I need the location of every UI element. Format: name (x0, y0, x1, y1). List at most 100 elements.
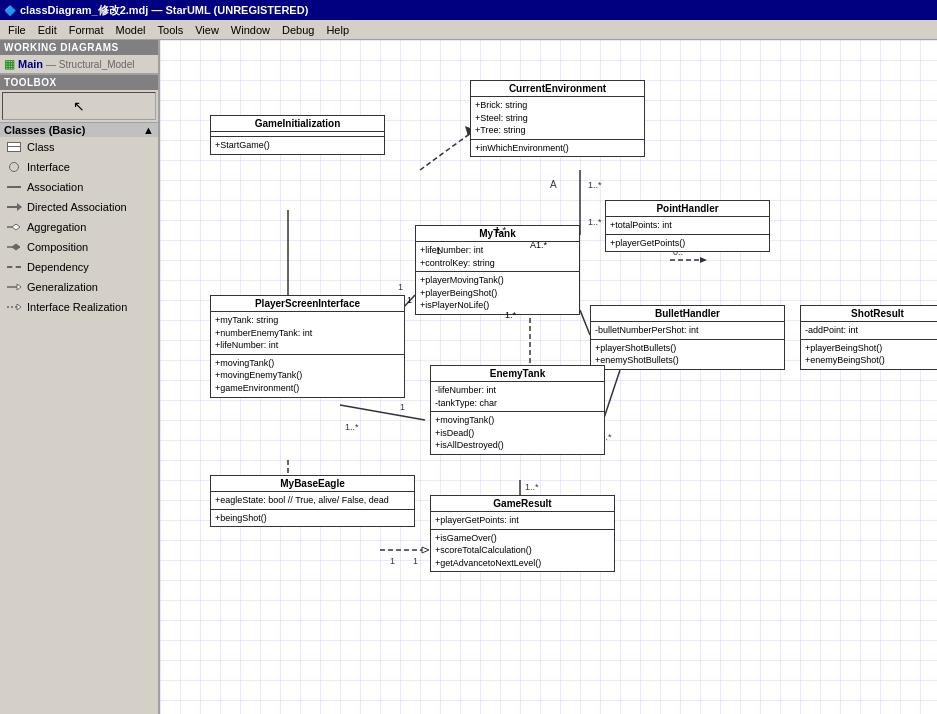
multiplicity-1a: 1 (436, 246, 441, 256)
tool-interface-label: Interface (27, 161, 70, 173)
svg-text:1..*: 1..* (345, 422, 359, 432)
left-panel: WORKING DIAGRAMS ▦ Main — Structural_Mod… (0, 40, 160, 714)
menu-format[interactable]: Format (63, 23, 110, 37)
aggregation-icon-svg (7, 222, 21, 232)
class-gameresult-title: GameResult (431, 496, 614, 512)
tool-generalization-label: Generalization (27, 281, 98, 293)
menu-model[interactable]: Model (110, 23, 152, 37)
cursor-tool[interactable]: ↖ (2, 92, 156, 120)
tool-dependency[interactable]: Dependency (0, 257, 158, 277)
tool-composition[interactable]: Composition (0, 237, 158, 257)
tool-association-label: Association (27, 181, 83, 193)
class-bullethandler-methods: +playerShotBullets()+enemyShotBullets() (591, 340, 784, 369)
association-tool-icon (6, 179, 22, 195)
class-shotresult-methods: +playerBeingShot()+enemyBeingShot() (801, 340, 937, 369)
diagram-sub-label: — Structural_Model (46, 59, 134, 70)
interface-tool-icon (6, 159, 22, 175)
svg-text:1..*: 1..* (588, 217, 602, 227)
title-icon: 🔷 (4, 5, 16, 16)
class-currentenvironment[interactable]: CurrentEnvironment +Brick: string+Steel:… (470, 80, 645, 157)
svg-marker-38 (422, 547, 429, 553)
toolbox-panel: TOOLBOX ↖ Classes (Basic) ▲ Class I (0, 75, 158, 714)
cursor-icon: ↖ (73, 98, 85, 114)
class-mybaseeagle[interactable]: MyBaseEagle +eagleState: bool // True, a… (210, 475, 415, 527)
diagram-item-main[interactable]: ▦ Main — Structural_Model (0, 55, 158, 73)
class-pointhandler[interactable]: PointHandler +totalPoints: int +playerGe… (605, 200, 770, 252)
svg-text:1..*: 1..* (525, 482, 539, 492)
class-gameinitialization[interactable]: GameInitialization +StartGame() (210, 115, 385, 155)
class-gameresult[interactable]: GameResult +playerGetPoints: int +isGame… (430, 495, 615, 572)
class-gameinitialization-title: GameInitialization (211, 116, 384, 132)
class-mybaseeagle-title: MyBaseEagle (211, 476, 414, 492)
class-mybaseeagle-attrs: +eagleState: bool // True, alive/ False,… (211, 492, 414, 510)
class-bullethandler-attrs: -bulletNumberPerShot: int (591, 322, 784, 340)
class-shotresult-title: ShotResult (801, 306, 937, 322)
svg-marker-16 (700, 257, 707, 263)
tool-generalization[interactable]: Generalization (0, 277, 158, 297)
class-enemytank[interactable]: EnemyTank -lifeNumber: int-tankType: cha… (430, 365, 605, 455)
class-pointhandler-title: PointHandler (606, 201, 769, 217)
class-playerscreeninterface-title: PlayerScreenInterface (211, 296, 404, 312)
tool-dependency-label: Dependency (27, 261, 89, 273)
tool-directed-association[interactable]: Directed Association (0, 197, 158, 217)
class-currentenvironment-methods: +inWhichEnvironment() (471, 140, 644, 157)
class-mytank[interactable]: MyTank +lifeNumber: int+controlKey: stri… (415, 225, 580, 315)
svg-marker-7 (17, 304, 21, 310)
svg-line-20 (340, 405, 425, 420)
class-enemytank-methods: +movingTank()+isDead()+isAllDestroyed() (431, 412, 604, 454)
class-gameinitialization-methods: +StartGame() (211, 137, 384, 154)
class-enemytank-attrs: -lifeNumber: int-tankType: char (431, 382, 604, 412)
class-tool-icon (6, 139, 22, 155)
svg-text:1: 1 (398, 282, 403, 292)
menu-view[interactable]: View (189, 23, 225, 37)
class-playerscreeninterface-attrs: +myTank: string+numberEnemyTank: int+lif… (211, 312, 404, 355)
class-pointhandler-methods: +playerGetPoints() (606, 235, 769, 252)
svg-text:1..*: 1..* (588, 180, 602, 190)
menu-debug[interactable]: Debug (276, 23, 320, 37)
class-shotresult[interactable]: ShotResult -addPoint: int +playerBeingSh… (800, 305, 937, 370)
class-mybaseeagle-methods: +beingShot() (211, 510, 414, 527)
working-diagrams-header: WORKING DIAGRAMS (0, 40, 158, 55)
tool-interface-realization[interactable]: Interface Realization (0, 297, 158, 317)
interface-realization-icon-svg (7, 302, 21, 312)
multiplicity-1b: 1 (407, 295, 412, 305)
tool-class[interactable]: Class (0, 137, 158, 157)
class-pointhandler-attrs: +totalPoints: int (606, 217, 769, 235)
menu-help[interactable]: Help (320, 23, 355, 37)
titlebar: 🔷 classDiagram_修改2.mdj — StarUML (UNREGI… (0, 0, 937, 20)
class-playerscreeninterface[interactable]: PlayerScreenInterface +myTank: string+nu… (210, 295, 405, 398)
menu-tools[interactable]: Tools (152, 23, 190, 37)
diagram-main-label: Main (18, 58, 43, 70)
tool-class-label: Class (27, 141, 55, 153)
svg-text:A: A (550, 179, 557, 190)
menu-edit[interactable]: Edit (32, 23, 63, 37)
class-shotresult-attrs: -addPoint: int (801, 322, 937, 340)
menu-file[interactable]: File (2, 23, 32, 37)
tool-association[interactable]: Association (0, 177, 158, 197)
class-playerscreeninterface-methods: +movingTank()+movingEnemyTank()+gameEnvi… (211, 355, 404, 397)
class-mytank-methods: +playerMovingTank()+playerBeingShot()+is… (416, 272, 579, 314)
class-gameresult-methods: +isGameOver()+scoreTotalCalculation()+ge… (431, 530, 614, 572)
tool-interface[interactable]: Interface (0, 157, 158, 177)
multiplicity-1d: 1.* (495, 225, 506, 235)
tool-directed-association-label: Directed Association (27, 201, 127, 213)
section-toggle-icon: ▲ (143, 124, 154, 136)
directed-association-tool-icon (6, 199, 22, 215)
multiplicity-a1: A1.* (530, 240, 547, 250)
class-bullethandler[interactable]: BulletHandler -bulletNumberPerShot: int … (590, 305, 785, 370)
section-label: Classes (Basic) (4, 124, 85, 136)
tool-aggregation[interactable]: Aggregation (0, 217, 158, 237)
class-enemytank-title: EnemyTank (431, 366, 604, 382)
menubar: File Edit Format Model Tools View Window… (0, 20, 937, 40)
class-currentenvironment-attrs: +Brick: string+Steel: string+Tree: strin… (471, 97, 644, 140)
main-layout: WORKING DIAGRAMS ▦ Main — Structural_Mod… (0, 40, 937, 714)
dependency-tool-icon (6, 259, 22, 275)
svg-text:1: 1 (390, 556, 395, 566)
tool-aggregation-label: Aggregation (27, 221, 86, 233)
menu-window[interactable]: Window (225, 23, 276, 37)
class-gameresult-attrs: +playerGetPoints: int (431, 512, 614, 530)
toolbox-section-classes[interactable]: Classes (Basic) ▲ (0, 122, 158, 137)
svg-line-23 (580, 310, 590, 335)
svg-text:1: 1 (413, 556, 418, 566)
diagram-canvas[interactable]: 1..* 1..* A 0..* 1 1..* 1 1..* 1.. (160, 40, 937, 714)
